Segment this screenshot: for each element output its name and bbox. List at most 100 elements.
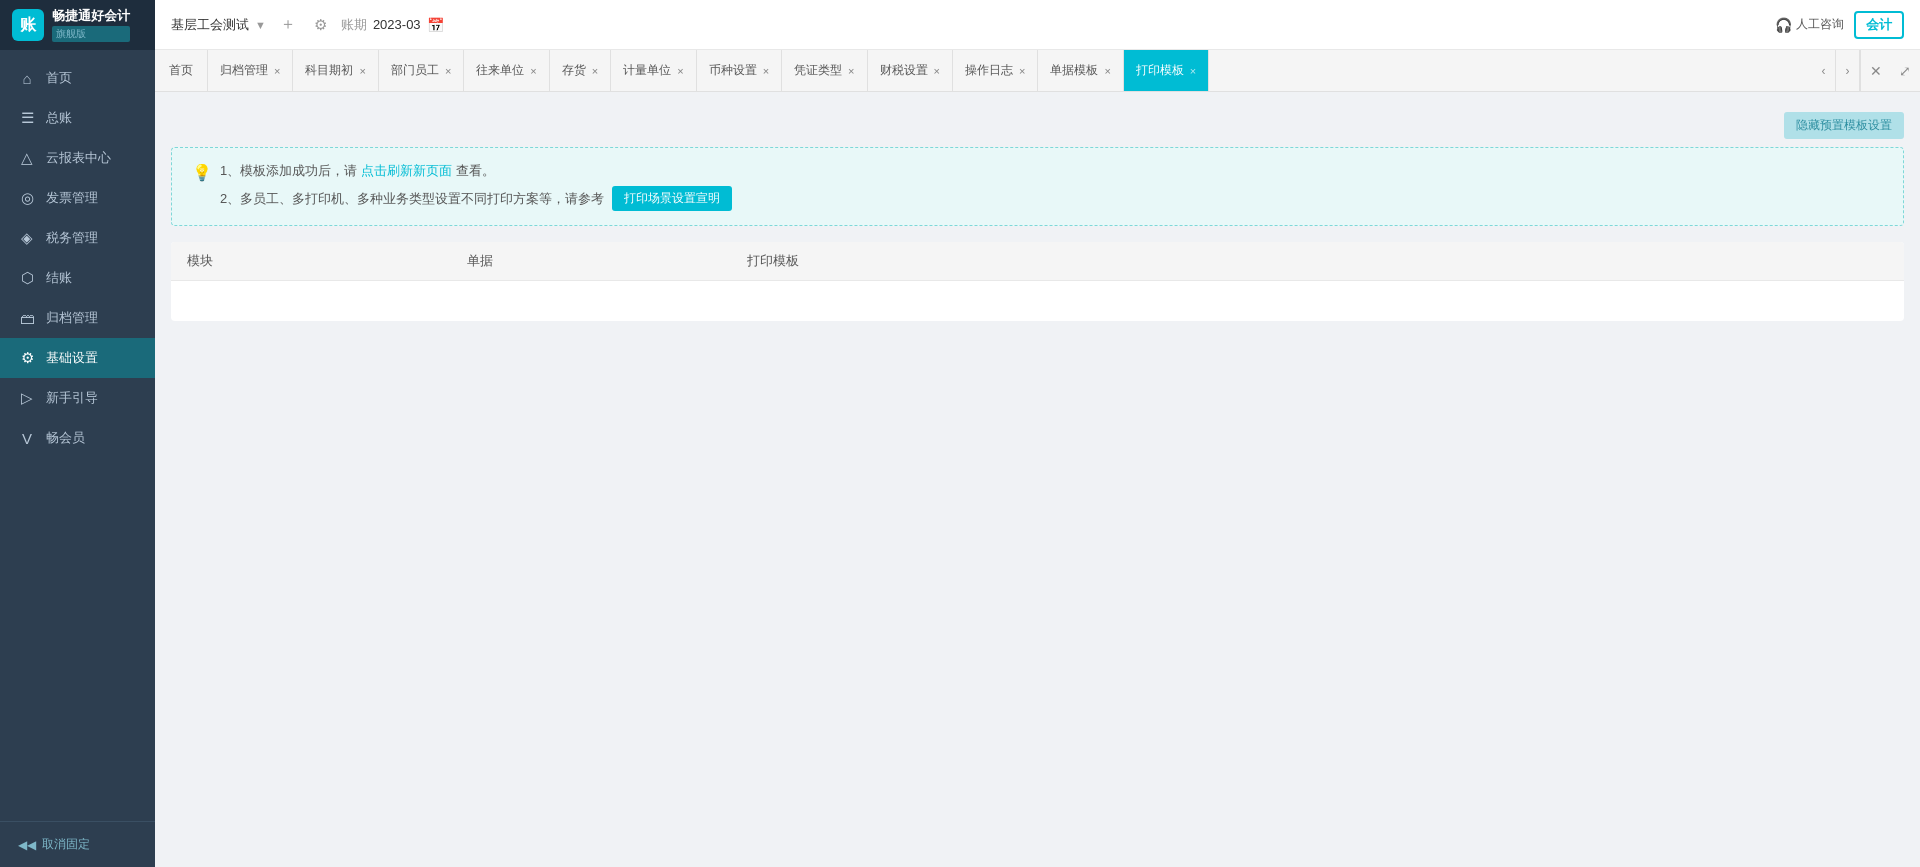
sidebar-item-home[interactable]: ⌂ 首页 [0, 58, 155, 98]
tab-currency-label: 币种设置 [709, 62, 757, 79]
tab-taxsettings-close[interactable]: × [934, 65, 940, 77]
tab-oplog[interactable]: 操作日志 × [953, 50, 1038, 91]
tab-close-all[interactable]: ✕ [1860, 50, 1890, 91]
company-settings-icon[interactable]: ⚙ [310, 16, 331, 34]
tab-printtemplate[interactable]: 打印模板 × [1124, 50, 1209, 91]
tab-vendor[interactable]: 往来单位 × [464, 50, 549, 91]
tab-unit-label: 计量单位 [623, 62, 671, 79]
sidebar-item-closing[interactable]: ⬡ 结账 [0, 258, 155, 298]
tab-currency-close[interactable]: × [763, 65, 769, 77]
tab-dept-close[interactable]: × [445, 65, 451, 77]
service-button[interactable]: 🎧 人工咨询 [1775, 16, 1844, 33]
notice-line-1: 1、模板添加成功后，请 点击刷新新页面 查看。 [220, 162, 732, 180]
settings-icon: ⚙ [18, 349, 36, 367]
notice-box: 💡 1、模板添加成功后，请 点击刷新新页面 查看。 2、多员工、多打印机、多种业… [171, 147, 1904, 226]
content-area: 隐藏预置模板设置 💡 1、模板添加成功后，请 点击刷新新页面 查看。 2、多员工… [155, 92, 1920, 867]
app-name: 畅捷通好会计 [52, 8, 130, 24]
notice-line1-pre: 1、模板添加成功后，请 [220, 162, 357, 180]
sidebar-logo: 账 畅捷通好会计 旗舰版 [0, 0, 155, 50]
tab-taxsettings-label: 财税设置 [880, 62, 928, 79]
sidebar-label-report: 云报表中心 [46, 149, 111, 167]
tab-currency[interactable]: 币种设置 × [697, 50, 782, 91]
col-module-header: 模块 [171, 242, 451, 280]
sidebar-label-home: 首页 [46, 69, 72, 87]
tab-dept-label: 部门员工 [391, 62, 439, 79]
sidebar-item-report[interactable]: △ 云报表中心 [0, 138, 155, 178]
tab-subject-close[interactable]: × [359, 65, 365, 77]
member-icon: V [18, 430, 36, 447]
sidebar-label-member: 畅会员 [46, 429, 85, 447]
hide-template-button[interactable]: 隐藏预置模板设置 [1784, 112, 1904, 139]
tab-unit-close[interactable]: × [677, 65, 683, 77]
sidebar: 账 畅捷通好会计 旗舰版 ⌂ 首页 ☰ 总账 △ 云报表中心 ◎ 发票管理 ◈ … [0, 0, 155, 867]
service-label: 人工咨询 [1796, 16, 1844, 33]
tab-archive-close[interactable]: × [274, 65, 280, 77]
tab-home[interactable]: 首页 [155, 50, 208, 91]
print-template-table: 模块 单据 打印模板 [171, 242, 1904, 321]
sidebar-item-member[interactable]: V 畅会员 [0, 418, 155, 458]
tab-voucher[interactable]: 凭证类型 × [782, 50, 867, 91]
period-display: 账期 2023-03 📅 [341, 16, 444, 34]
calendar-icon[interactable]: 📅 [427, 17, 444, 33]
tab-subject[interactable]: 科目期初 × [293, 50, 378, 91]
sidebar-item-guide[interactable]: ▷ 新手引导 [0, 378, 155, 418]
unpin-label: 取消固定 [42, 836, 90, 853]
print-scene-button[interactable]: 打印场景设置宣明 [612, 186, 732, 211]
tab-oplog-close[interactable]: × [1019, 65, 1025, 77]
tab-stock-label: 存货 [562, 62, 586, 79]
tab-printtemplate-label: 打印模板 [1136, 62, 1184, 79]
invoice-icon: ◎ [18, 189, 36, 207]
tab-doctemplate-close[interactable]: × [1104, 65, 1110, 77]
logo-text: 畅捷通好会计 旗舰版 [52, 8, 130, 42]
archive-icon: 🗃 [18, 310, 36, 327]
ledger-icon: ☰ [18, 109, 36, 127]
tab-stock[interactable]: 存货 × [550, 50, 611, 91]
period-label: 账期 [341, 16, 367, 34]
tab-scroll-right[interactable]: › [1836, 50, 1860, 91]
unpin-icon: ◀◀ [18, 838, 36, 852]
guide-icon: ▷ [18, 389, 36, 407]
sidebar-label-ledger: 总账 [46, 109, 72, 127]
sidebar-label-settings: 基础设置 [46, 349, 98, 367]
tab-printtemplate-close[interactable]: × [1190, 65, 1196, 77]
tab-scroll-left[interactable]: ‹ [1812, 50, 1836, 91]
tab-taxsettings[interactable]: 财税设置 × [868, 50, 953, 91]
tab-unit[interactable]: 计量单位 × [611, 50, 696, 91]
topbar: 基层工会测试 ▼ ＋ ⚙ 账期 2023-03 📅 🎧 人工咨询 会计 [155, 0, 1920, 50]
add-company-icon[interactable]: ＋ [276, 14, 300, 35]
tab-voucher-label: 凭证类型 [794, 62, 842, 79]
tab-dept[interactable]: 部门员工 × [379, 50, 464, 91]
period-value: 2023-03 [373, 17, 421, 32]
tab-doctemplate-label: 单据模板 [1050, 62, 1098, 79]
tab-vendor-close[interactable]: × [530, 65, 536, 77]
tab-archive-label: 归档管理 [220, 62, 268, 79]
tabbar: 首页 归档管理 × 科目期初 × 部门员工 × 往来单位 × 存货 × 计量单位… [155, 50, 1920, 92]
company-dropdown-icon: ▼ [255, 19, 266, 31]
sidebar-item-invoice[interactable]: ◎ 发票管理 [0, 178, 155, 218]
sidebar-item-tax[interactable]: ◈ 税务管理 [0, 218, 155, 258]
sidebar-item-archive[interactable]: 🗃 归档管理 [0, 298, 155, 338]
tab-vendor-label: 往来单位 [476, 62, 524, 79]
headset-icon: 🎧 [1775, 17, 1792, 33]
tab-expand[interactable]: ⤢ [1890, 50, 1920, 91]
sidebar-item-settings[interactable]: ⚙ 基础设置 [0, 338, 155, 378]
hide-template-controls: 隐藏预置模板设置 [171, 112, 1904, 139]
notice-content: 💡 1、模板添加成功后，请 点击刷新新页面 查看。 2、多员工、多打印机、多种业… [192, 162, 1883, 211]
tab-doctemplate[interactable]: 单据模板 × [1038, 50, 1123, 91]
tab-home-label: 首页 [169, 62, 193, 79]
notice-refresh-link[interactable]: 点击刷新新页面 [361, 162, 452, 180]
app-edition: 旗舰版 [52, 26, 130, 42]
sidebar-label-tax: 税务管理 [46, 229, 98, 247]
table-body [171, 281, 1904, 321]
closing-icon: ⬡ [18, 269, 36, 287]
notice-bulb-icon: 💡 [192, 163, 212, 182]
tab-voucher-close[interactable]: × [848, 65, 854, 77]
sidebar-item-ledger[interactable]: ☰ 总账 [0, 98, 155, 138]
notice-line-2: 2、多员工、多打印机、多种业务类型设置不同打印方案等，请参考 打印场景设置宣明 [220, 186, 732, 211]
sidebar-label-invoice: 发票管理 [46, 189, 98, 207]
tab-stock-close[interactable]: × [592, 65, 598, 77]
company-selector[interactable]: 基层工会测试 ▼ [171, 16, 266, 34]
kuaiji-button[interactable]: 会计 [1854, 11, 1904, 39]
sidebar-unpin[interactable]: ◀◀ 取消固定 [0, 821, 155, 867]
tab-archive[interactable]: 归档管理 × [208, 50, 293, 91]
